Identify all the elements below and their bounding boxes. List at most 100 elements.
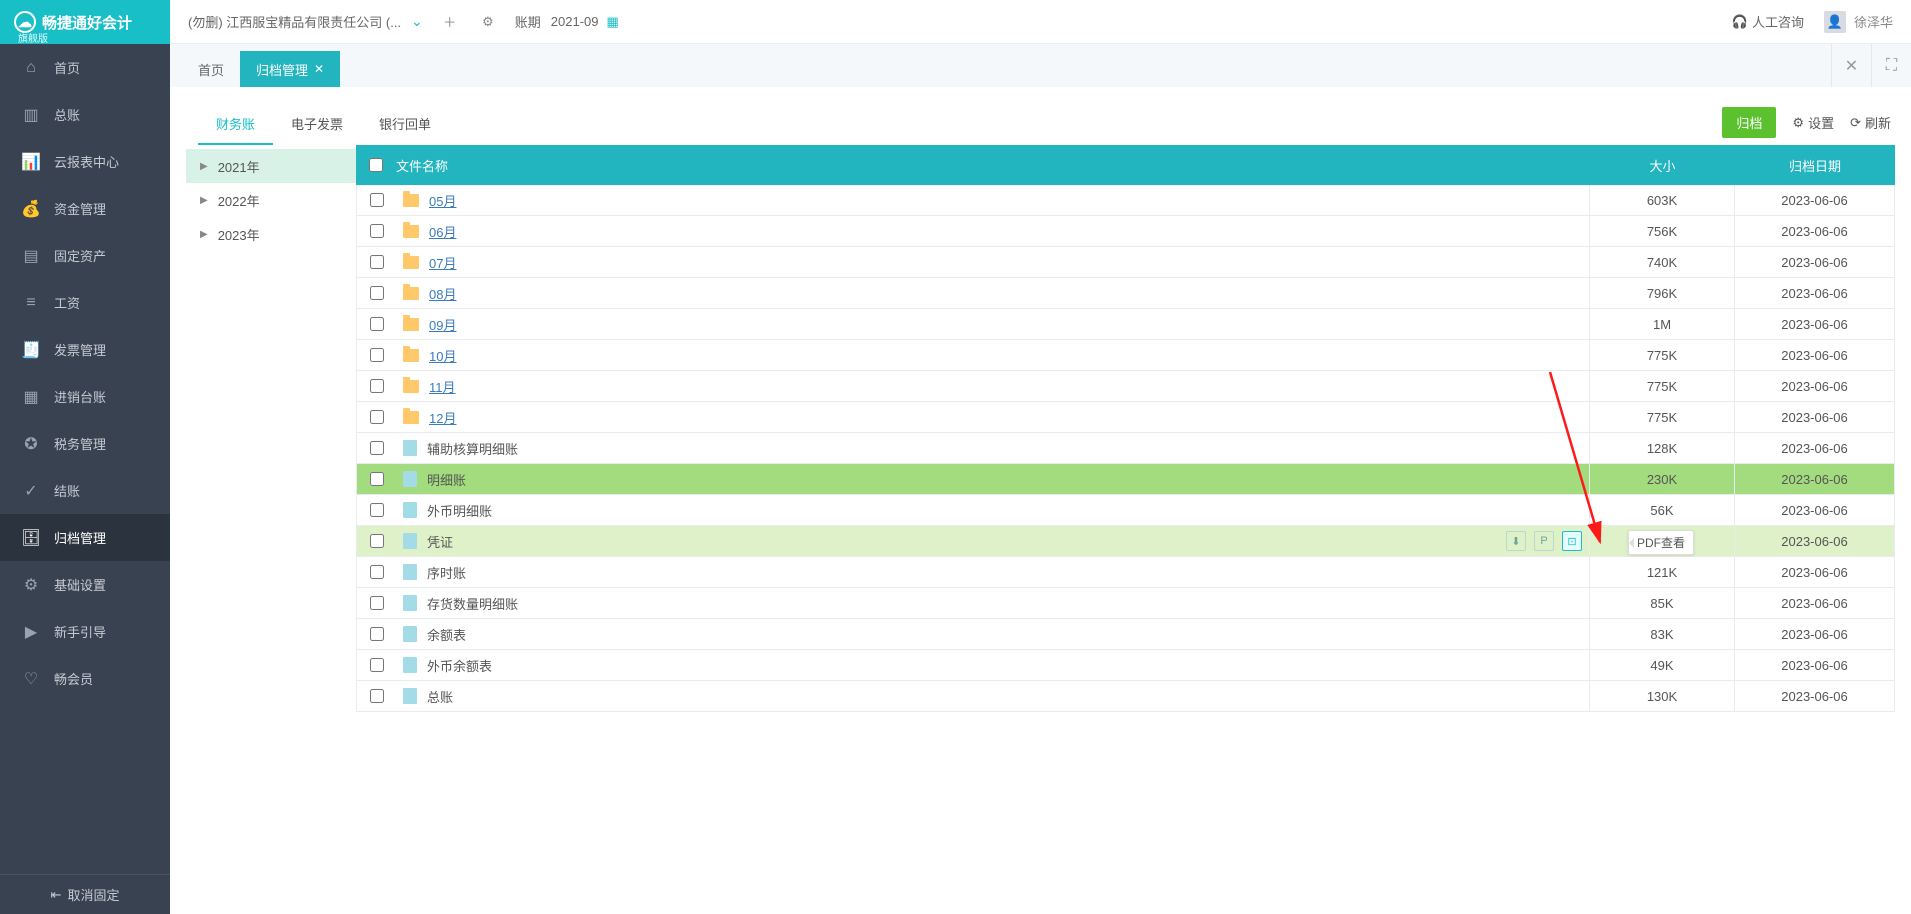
year-item-0[interactable]: ▶2021年 [186,149,356,183]
file-size: 775K [1589,340,1734,370]
file-size: 230K [1589,464,1734,494]
subtab-2[interactable]: 银行回单 [361,104,449,145]
row-checkbox[interactable] [370,503,384,517]
caret-right-icon: ▶ [200,195,208,206]
sidebar-item-0[interactable]: ⌂首页 [0,44,170,91]
row-checkbox[interactable] [370,534,384,548]
header-date: 归档日期 [1789,159,1841,174]
tab-close-icon[interactable]: ✕ [314,62,324,76]
sidebar-item-5[interactable]: ≡工资 [0,279,170,326]
folder-icon [403,225,419,238]
close-tab-button[interactable]: ✕ [1831,44,1871,87]
sidebar-item-4[interactable]: ▤固定资产 [0,232,170,279]
sidebar-item-11[interactable]: ⚙基础设置 [0,561,170,608]
sidebar-label: 畅会员 [54,669,93,688]
file-name: 外币余额表 [427,656,492,675]
file-icon [403,533,417,549]
edition-label: 旗舰版 [18,30,48,45]
sidebar-icon: 🧾 [22,341,40,359]
file-name[interactable]: 08月 [429,284,456,303]
file-size: 49K [1589,650,1734,680]
file-icon [403,595,417,611]
row-checkbox[interactable] [370,255,384,269]
sidebar-item-1[interactable]: ▥总账 [0,91,170,138]
file-name[interactable]: 10月 [429,346,456,365]
table-row: 06月756K2023-06-06 [356,216,1895,247]
fullscreen-button[interactable]: ⛶ [1871,44,1911,87]
support-button[interactable]: 🎧 人工咨询 [1732,12,1804,31]
sidebar-icon: ⌂ [22,59,40,77]
row-checkbox[interactable] [370,317,384,331]
row-checkbox[interactable] [370,441,384,455]
row-checkbox[interactable] [370,348,384,362]
row-checkbox[interactable] [370,379,384,393]
file-name: 总账 [427,687,453,706]
row-checkbox[interactable] [370,286,384,300]
calendar-icon[interactable]: ▦ [607,14,619,30]
folder-icon [403,256,419,269]
archive-button[interactable]: 归档 [1722,107,1776,138]
subtab-1[interactable]: 电子发票 [273,104,361,145]
file-size: 56K [1589,495,1734,525]
sidebar-item-9[interactable]: ✓结账 [0,467,170,514]
table-row: 明细账230K2023-06-06 [356,464,1895,495]
file-size: 83K [1589,619,1734,649]
sidebar-icon: ▤ [22,247,40,265]
sidebar-item-8[interactable]: ✪税务管理 [0,420,170,467]
refresh-button[interactable]: ⟳ 刷新 [1850,113,1891,132]
add-button[interactable]: ＋ [439,11,461,33]
file-name[interactable]: 05月 [429,191,456,210]
chevron-down-icon: ⌄ [411,13,423,30]
row-checkbox[interactable] [370,627,384,641]
file-name[interactable]: 09月 [429,315,456,334]
row-checkbox[interactable] [370,565,384,579]
tab-1[interactable]: 归档管理✕ [240,51,340,87]
file-date: 2023-06-06 [1734,681,1894,711]
sidebar-item-12[interactable]: ▶新手引导 [0,608,170,655]
support-label: 人工咨询 [1752,12,1804,31]
settings-gear-button[interactable]: ⚙ [477,11,499,33]
file-icon [403,471,417,487]
sidebar-item-3[interactable]: 💰资金管理 [0,185,170,232]
pdf-icon[interactable]: P [1534,531,1554,551]
sidebar-icon: ▦ [22,388,40,406]
company-selector[interactable]: (勿删) 江西服宝精品有限责任公司 (... ⌄ [188,12,423,31]
preview-icon[interactable]: ⊡ [1562,531,1582,551]
sidebar-item-13[interactable]: ♡畅会员 [0,655,170,702]
sidebar-item-7[interactable]: ▦进销台账 [0,373,170,420]
sidebar-item-10[interactable]: 🗄归档管理 [0,514,170,561]
row-checkbox[interactable] [370,689,384,703]
year-item-1[interactable]: ▶ 2022年 [186,183,356,217]
select-all-checkbox[interactable] [369,158,383,172]
file-name[interactable]: 11月 [429,377,456,396]
year-item-2[interactable]: ▶2023年 [186,217,356,251]
settings-button[interactable]: ⚙ 设置 [1792,113,1834,132]
file-name[interactable]: 12月 [429,408,456,427]
sidebar-item-2[interactable]: 📊云报表中心 [0,138,170,185]
row-checkbox[interactable] [370,472,384,486]
tab-0[interactable]: 首页 [182,51,240,87]
refresh-label: 刷新 [1865,113,1891,132]
year-label: 2023年 [218,225,260,244]
row-checkbox[interactable] [370,410,384,424]
row-checkbox[interactable] [370,658,384,672]
download-icon[interactable]: ⬇ [1506,531,1526,551]
file-name[interactable]: 06月 [429,222,456,241]
unpin-button[interactable]: ⇤ 取消固定 [0,874,170,914]
file-date: 2023-06-06 [1734,464,1894,494]
year-label: 2022年 [218,191,260,210]
period-value[interactable]: 2021-09 [551,14,599,29]
file-size: 85K [1589,588,1734,618]
user-avatar[interactable]: 👤 [1824,11,1846,33]
subtab-0[interactable]: 财务账 [198,104,273,145]
file-size: 121K [1589,557,1734,587]
row-checkbox[interactable] [370,193,384,207]
folder-icon [403,380,419,393]
row-checkbox[interactable] [370,224,384,238]
sidebar-label: 结账 [54,481,80,500]
file-name[interactable]: 07月 [429,253,456,272]
row-checkbox[interactable] [370,596,384,610]
file-name: 辅助核算明细账 [427,439,518,458]
file-size: 130K [1589,681,1734,711]
sidebar-item-6[interactable]: 🧾发票管理 [0,326,170,373]
